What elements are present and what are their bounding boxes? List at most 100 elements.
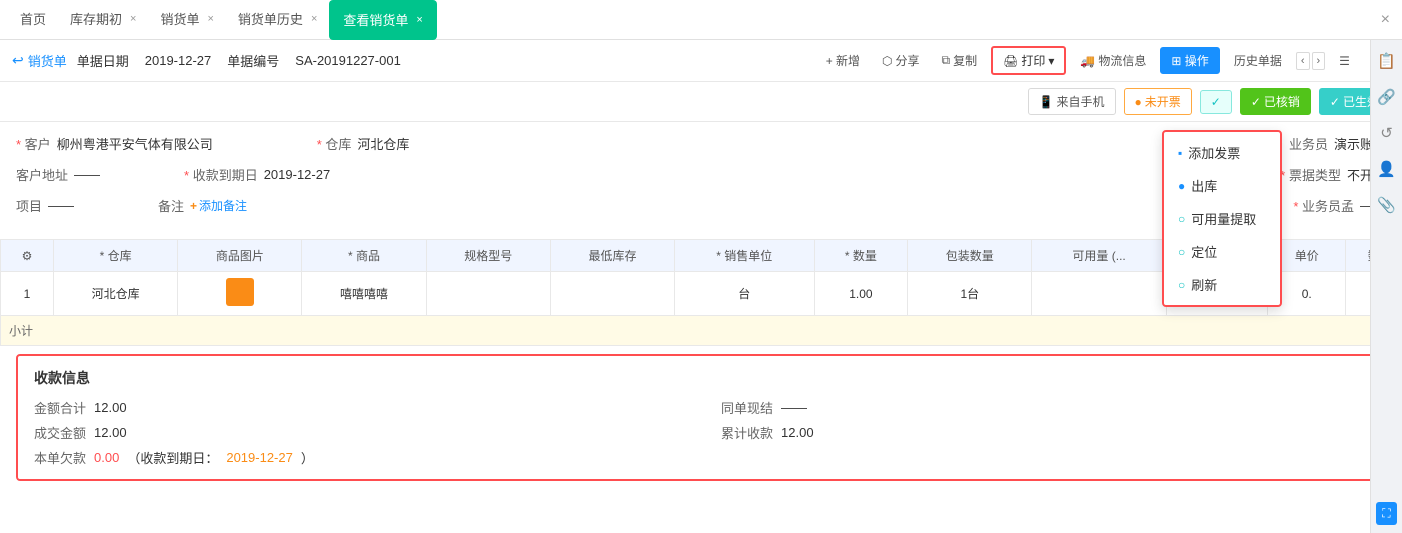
history-button[interactable]: 历史单据 xyxy=(1226,49,1290,72)
row-qty: 1.00 xyxy=(814,272,908,316)
add-note-link[interactable]: + 添加备注 xyxy=(190,197,247,214)
tab-bar: 首页 库存期初 × 销货单 × 销货单历史 × 查看销货单 × × xyxy=(0,0,1402,40)
col-available: 可用量 (... xyxy=(1032,240,1166,272)
warehouse-label: 仓库 xyxy=(317,134,352,153)
print-icon: 🖨 xyxy=(1003,54,1018,68)
tab-inventory-init-close[interactable]: × xyxy=(130,13,136,25)
same-order-settle-row: 同单现结 —— xyxy=(721,398,1368,417)
tab-view-sales-order[interactable]: 查看销货单 × xyxy=(329,0,436,40)
tab-sales-history-label: 销货单历史 xyxy=(238,9,303,28)
outbound-label: 出库 xyxy=(1191,176,1217,195)
deal-amount-row: 成交金额 12.00 xyxy=(34,423,681,442)
right-icon-4[interactable]: 👤 xyxy=(1373,156,1400,182)
logistics-button[interactable]: 🚚 物流信息 xyxy=(1072,49,1154,72)
customer-label: 客户 xyxy=(16,134,51,153)
from-phone-button[interactable]: 📱 来自手机 xyxy=(1028,88,1116,115)
doc-info: 单据日期 2019-12-27 单据编号 SA-20191227-001 xyxy=(77,51,401,70)
operation-button-label: 操作 xyxy=(1185,54,1209,68)
refresh-label: 刷新 xyxy=(1191,275,1217,294)
col-min-stock: 最低库存 xyxy=(550,240,674,272)
col-product: * 商品 xyxy=(302,240,426,272)
summary-title: 收款信息 xyxy=(34,368,1368,388)
share-icon: ⬡ xyxy=(882,54,892,68)
new-button[interactable]: + 新增 xyxy=(818,49,868,72)
print-button[interactable]: 🖨 打印 ▾ xyxy=(991,46,1066,75)
tab-sales-order-close[interactable]: × xyxy=(207,13,213,25)
view-list-button[interactable]: ☰ xyxy=(1331,51,1358,71)
share-button[interactable]: ⬡ 分享 xyxy=(874,49,928,72)
tab-view-sales-order-label: 查看销货单 xyxy=(343,10,408,29)
order-due-date: 2019-12-27 xyxy=(226,450,293,465)
confirm-button[interactable]: ✓ xyxy=(1200,90,1232,114)
tab-sales-order-label: 销货单 xyxy=(160,9,199,28)
salesperson2-label: 业务员孟 xyxy=(1293,196,1354,215)
address-value: —— xyxy=(74,167,100,182)
salesperson-label: 业务员 xyxy=(1289,134,1328,153)
order-owed-label: 本单欠款 xyxy=(34,448,86,467)
copy-button[interactable]: ⧉ 复制 xyxy=(934,49,986,72)
tab-view-sales-order-close[interactable]: × xyxy=(416,14,422,26)
locate-label: 定位 xyxy=(1191,242,1217,261)
tab-inventory-init-label: 库存期初 xyxy=(70,9,122,28)
share-button-label: 分享 xyxy=(896,52,920,69)
tab-home[interactable]: 首页 xyxy=(8,0,58,40)
tab-inventory-init[interactable]: 库存期初 × xyxy=(58,0,148,40)
total-received-value: 12.00 xyxy=(781,425,814,440)
dropdown-available-extract[interactable]: ○ 可用量提取 xyxy=(1164,202,1280,235)
project-label: 项目 xyxy=(16,196,42,215)
right-icon-3[interactable]: ↺ xyxy=(1376,120,1397,146)
nav-arrows: ‹ › xyxy=(1296,52,1325,70)
col-warehouse: * 仓库 xyxy=(54,240,178,272)
dropdown-refresh[interactable]: ○ 刷新 xyxy=(1164,268,1280,301)
tab-sales-history[interactable]: 销货单历史 × xyxy=(226,0,329,40)
dropdown-locate[interactable]: ○ 定位 xyxy=(1164,235,1280,268)
add-note-label: 添加备注 xyxy=(199,197,247,214)
plus-icon: + xyxy=(190,199,197,213)
order-owed-note: （收款到期日： xyxy=(127,448,218,467)
tab-home-label: 首页 xyxy=(20,9,46,28)
locate-icon: ○ xyxy=(1178,245,1185,259)
order-owed-value: 0.00 xyxy=(94,450,119,465)
right-icon-2[interactable]: 🔗 xyxy=(1373,84,1400,110)
toolbar-left: ↩ 销货单 单据日期 2019-12-27 单据编号 SA-20191227-0… xyxy=(12,51,401,70)
subtotal-label: 小计 xyxy=(1,316,1402,346)
not-opened-button[interactable]: ● 未开票 xyxy=(1124,88,1192,115)
dropdown-outbound[interactable]: ● 出库 xyxy=(1164,169,1280,202)
order-owed-row: 本单欠款 0.00 （收款到期日： 2019-12-27 ） xyxy=(34,448,681,467)
logistics-icon: 🚚 xyxy=(1080,54,1095,68)
operation-button[interactable]: ⊞ 操作 xyxy=(1160,47,1219,74)
col-qty: * 数量 xyxy=(814,240,908,272)
ticket-icon: ● xyxy=(1135,95,1142,109)
row-img xyxy=(178,272,302,316)
check-icon: ✓ xyxy=(1251,95,1261,109)
row-unit: 台 xyxy=(675,272,815,316)
nav-next[interactable]: › xyxy=(1312,52,1326,70)
not-opened-label: 未开票 xyxy=(1145,93,1181,110)
tab-sales-history-close[interactable]: × xyxy=(311,13,317,25)
date-value: 2019-12-27 xyxy=(145,53,212,68)
right-icon-5[interactable]: 📎 xyxy=(1373,192,1400,218)
main-content: ↩ 销货单 单据日期 2019-12-27 单据编号 SA-20191227-0… xyxy=(0,40,1402,533)
nav-prev[interactable]: ‹ xyxy=(1296,52,1310,70)
warehouse-field: 仓库 河北仓库 xyxy=(317,134,410,153)
right-icon-expand[interactable]: ⛶ xyxy=(1376,502,1396,525)
global-close-icon[interactable]: × xyxy=(1381,11,1390,29)
same-order-settle-label: 同单现结 xyxy=(721,398,773,417)
table-subtotal-row: 小计 xyxy=(1,316,1402,346)
order-owed-end: ） xyxy=(301,448,314,467)
doc-type-label: 销货单 xyxy=(28,51,67,70)
total-received-row: 累计收款 12.00 xyxy=(721,423,1368,442)
right-icon-1[interactable]: 📋 xyxy=(1373,48,1400,74)
print-button-label: 打印 xyxy=(1021,52,1045,69)
already-sold-button[interactable]: ✓ 已核销 xyxy=(1240,88,1311,115)
summary-grid: 金额合计 12.00 同单现结 —— 成交金额 12.00 累计收款 12.00… xyxy=(34,398,1368,467)
dropdown-add-invoice[interactable]: ▪ 添加发票 xyxy=(1164,136,1280,169)
col-img: 商品图片 xyxy=(178,240,302,272)
right-panel: 📋 🔗 ↺ 👤 📎 ⛶ xyxy=(1370,40,1402,533)
effective-icon: ✓ xyxy=(1330,95,1340,109)
tab-sales-order[interactable]: 销货单 × xyxy=(148,0,225,40)
address-field: 客户地址 —— xyxy=(16,165,100,184)
project-field: 项目 —— xyxy=(16,196,74,215)
print-dropdown-arrow: ▾ xyxy=(1048,54,1054,68)
col-unit: * 销售单位 xyxy=(675,240,815,272)
